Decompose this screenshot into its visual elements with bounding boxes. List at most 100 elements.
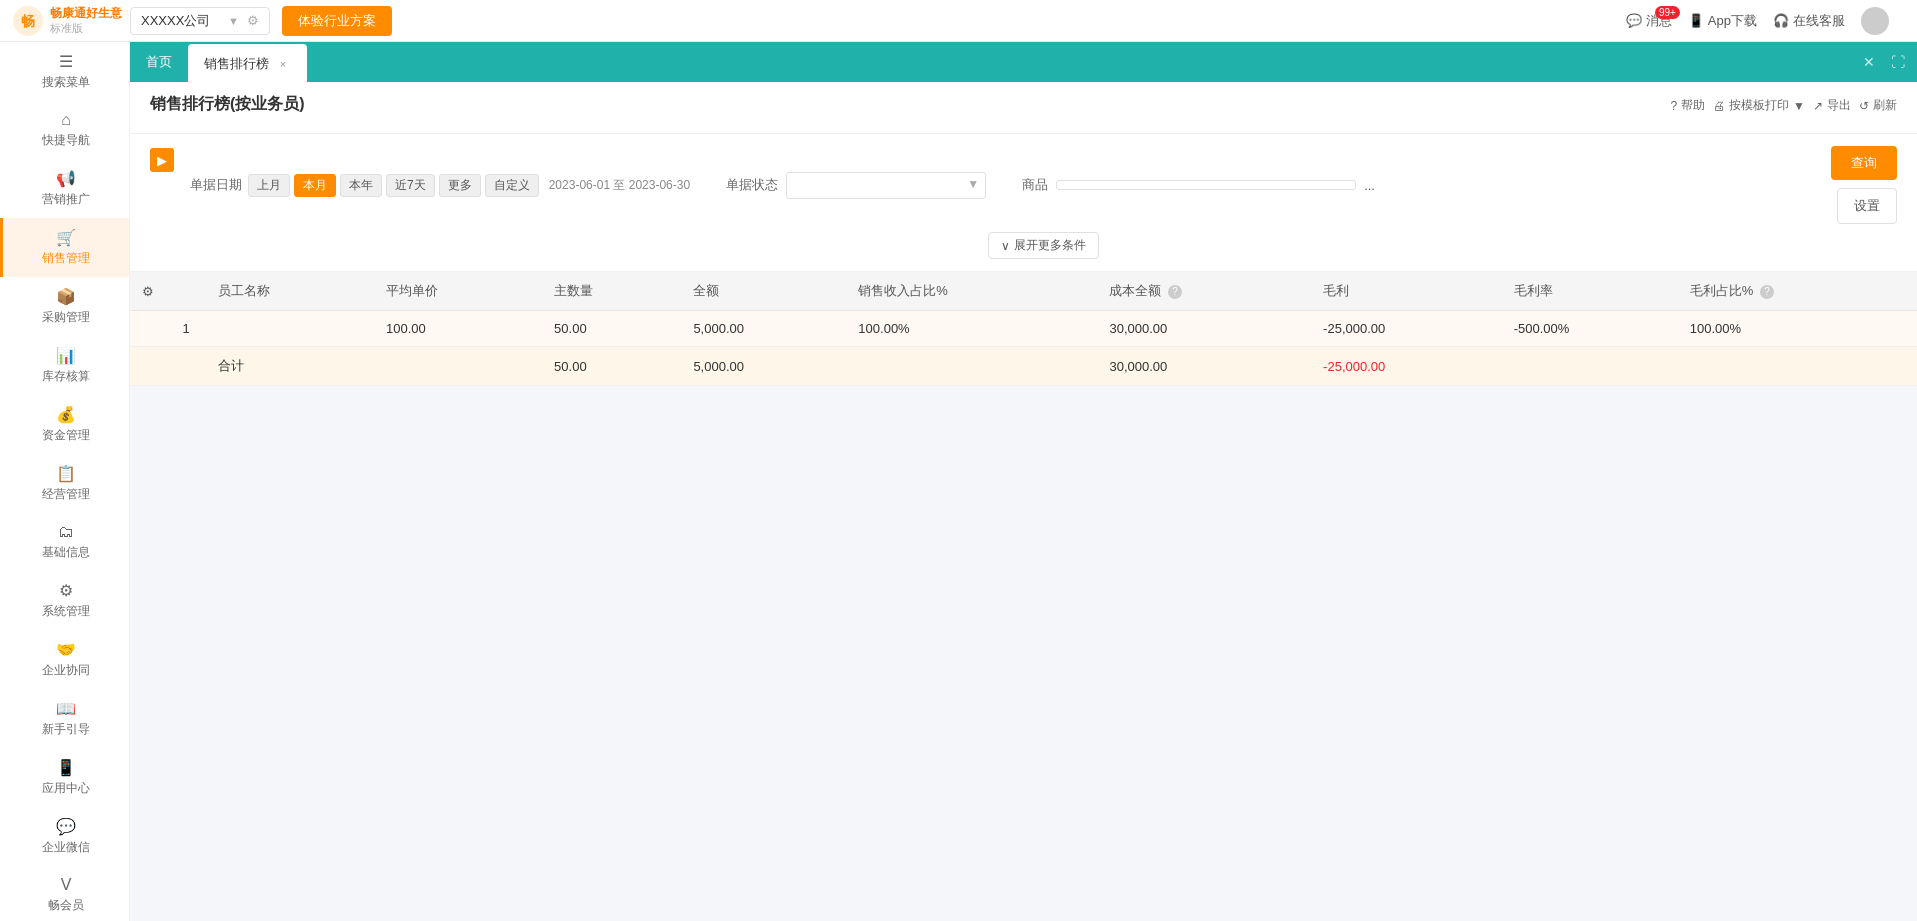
goods-label: 商品 — [1022, 176, 1048, 194]
refresh-icon: ↺ — [1859, 99, 1869, 113]
col-amount: 全额 — [681, 272, 846, 311]
app-download-button[interactable]: 📱 App下载 — [1688, 12, 1757, 30]
search-order-icon: ☰ — [59, 52, 73, 71]
footer-row: 合计 50.00 5,000.00 30,000.00 -25,000.00 — [130, 347, 1917, 386]
system-icon: ⚙ — [59, 581, 73, 600]
message-button[interactable]: 💬 消息 99+ — [1626, 12, 1672, 30]
inventory-icon: 📊 — [56, 346, 76, 365]
gear-icon[interactable]: ⚙ — [142, 284, 154, 299]
sidebar-item-purchase[interactable]: 📦采购管理 — [0, 277, 129, 336]
goods-filter: 商品 ... — [1022, 176, 1375, 194]
basic-info-icon: 🗂 — [58, 523, 74, 541]
message-icon: 💬 — [1626, 13, 1642, 28]
company-name: XXXXX公司 — [141, 12, 224, 30]
export-button[interactable]: ↗ 导出 — [1813, 97, 1851, 114]
sidebar-item-member[interactable]: V畅会员 — [0, 866, 129, 921]
query-button[interactable]: 查询 — [1831, 146, 1897, 180]
sidebar-item-system[interactable]: ⚙系统管理 — [0, 571, 129, 630]
tab-sales-ranking[interactable]: 销售排行榜 × — [188, 44, 307, 84]
sidebar-item-enterprise[interactable]: 🤝企业协同 — [0, 630, 129, 689]
page-content: 销售排行榜(按业务员) ? 帮助 🖨 按模板打印 ▼ — [130, 82, 1917, 921]
row-profit: -25,000.00 — [1311, 311, 1502, 347]
info-icon[interactable]: ? — [1168, 285, 1182, 299]
operations-icon: 📋 — [56, 464, 76, 483]
sidebar-label: 企业微信 — [42, 839, 90, 856]
footer-profit-rate — [1502, 347, 1678, 386]
sidebar-item-wechat[interactable]: 💬 企业微信 — [0, 807, 129, 866]
filter-toggle-button[interactable]: ▶ — [150, 148, 174, 172]
sidebar-item-sales[interactable]: 🛒销售管理 — [0, 218, 129, 277]
page-header: 销售排行榜(按业务员) ? 帮助 🖨 按模板打印 ▼ — [130, 82, 1917, 134]
sidebar-label: 库存核算 — [42, 368, 90, 385]
sidebar-item-marketing[interactable]: 📢营销推广 — [0, 159, 129, 218]
chevron-down-icon: ▼ — [228, 15, 239, 27]
tab-home[interactable]: 首页 — [130, 42, 188, 82]
settings-button[interactable]: 设置 — [1837, 188, 1897, 224]
settings-icon[interactable]: ⚙ — [247, 13, 259, 28]
sidebar-label: 企业协同 — [42, 662, 90, 679]
row-profit-pct: 100.00% — [1678, 311, 1917, 347]
chevron-down-icon: ∨ — [1001, 239, 1010, 253]
status-select[interactable]: ▼ — [786, 172, 986, 199]
help-button[interactable]: ? 帮助 — [1670, 97, 1705, 114]
purchase-icon: 📦 — [56, 287, 76, 306]
date-btn-更多[interactable]: 更多 — [439, 174, 481, 197]
wechat-icon: 💬 — [56, 817, 76, 836]
row-amount: 5,000.00 — [681, 311, 846, 347]
date-btn-上月[interactable]: 上月 — [248, 174, 290, 197]
data-table: ⚙ 员工名称 平均单价 主数量 全额 销售收入占比% 成本全额 — [130, 272, 1917, 386]
refresh-button[interactable]: ↺ 刷新 — [1859, 97, 1897, 114]
sidebar-label: 销售管理 — [42, 250, 90, 267]
sidebar-item-guide[interactable]: 📖新手引导 — [0, 689, 129, 748]
logo-text: 畅康通好生意 标准版 — [50, 6, 122, 36]
date-btn-自定义[interactable]: 自定义 — [485, 174, 539, 197]
table-footer: 合计 50.00 5,000.00 30,000.00 -25,000.00 — [130, 347, 1917, 386]
goods-more-btn[interactable]: ... — [1364, 178, 1375, 193]
table-area: ⚙ 员工名称 平均单价 主数量 全额 销售收入占比% 成本全额 — [130, 272, 1917, 386]
col-avg-price: 平均单价 — [374, 272, 542, 311]
logo: 畅 畅康通好生意 标准版 — [12, 5, 122, 37]
print-button[interactable]: 🖨 按模板打印 ▼ — [1713, 97, 1805, 114]
chevron-down-icon: ▼ — [1793, 99, 1805, 113]
date-btn-本月[interactable]: 本月 — [294, 174, 336, 197]
tab-close-button[interactable]: × — [275, 56, 291, 72]
sidebar-item-operations[interactable]: 📋经营管理 — [0, 454, 129, 513]
row-avg-price: 100.00 — [374, 311, 542, 347]
online-service-button[interactable]: 🎧 在线客服 — [1773, 12, 1845, 30]
sidebar-label: 搜索菜单 — [42, 74, 90, 91]
footer-qty: 50.00 — [542, 347, 681, 386]
sidebar-item-app-center[interactable]: 📱应用中心 — [0, 748, 129, 807]
date-label: 单据日期 — [190, 176, 242, 194]
row-sales-pct: 100.00% — [846, 311, 1097, 347]
sidebar-item-basic-info[interactable]: 🗂基础信息 — [0, 513, 129, 571]
trial-button[interactable]: 体验行业方案 — [282, 6, 392, 36]
footer-cost-amount: 30,000.00 — [1097, 347, 1311, 386]
sidebar-item-quick-nav[interactable]: ⌂快捷导航 — [0, 101, 129, 159]
member-icon: V — [61, 876, 72, 894]
tab-close-all-icon[interactable]: ✕ — [1859, 50, 1879, 74]
tab-expand-icon[interactable]: ⛶ — [1887, 50, 1909, 74]
col-profit-pct: 毛利占比% ? — [1678, 272, 1917, 311]
status-label: 单据状态 — [726, 176, 778, 194]
query-buttons: 查询 设置 — [1831, 146, 1897, 224]
expand-more-area: ∨ 展开更多条件 — [190, 232, 1897, 259]
footer-avg-price — [374, 347, 542, 386]
goods-select[interactable] — [1056, 180, 1356, 190]
expand-more-button[interactable]: ∨ 展开更多条件 — [988, 232, 1099, 259]
page-title: 销售排行榜(按业务员) — [150, 94, 305, 115]
tab-bar-right: ✕ ⛶ — [1859, 50, 1917, 74]
sidebar-item-search-order[interactable]: ☰ 搜索菜单 — [0, 42, 129, 101]
info-icon-2[interactable]: ? — [1760, 285, 1774, 299]
company-selector[interactable]: XXXXX公司 ▼ ⚙ — [130, 7, 270, 35]
avatar[interactable] — [1861, 7, 1889, 35]
table-body: 1 100.00 50.00 5,000.00 100.00% 30,000.0… — [130, 311, 1917, 347]
sidebar-item-inventory[interactable]: 📊 库存核算 — [0, 336, 129, 395]
row-cost-amount: 30,000.00 — [1097, 311, 1311, 347]
date-btn-近7天[interactable]: 近7天 — [386, 174, 435, 197]
quick-nav-icon: ⌂ — [61, 111, 71, 129]
date-btn-本年[interactable]: 本年 — [340, 174, 382, 197]
col-qty: 主数量 — [542, 272, 681, 311]
sidebar-label: 营销推广 — [42, 191, 90, 208]
date-range: 2023-06-01 至 2023-06-30 — [549, 177, 690, 194]
sidebar-item-finance[interactable]: 💰资金管理 — [0, 395, 129, 454]
